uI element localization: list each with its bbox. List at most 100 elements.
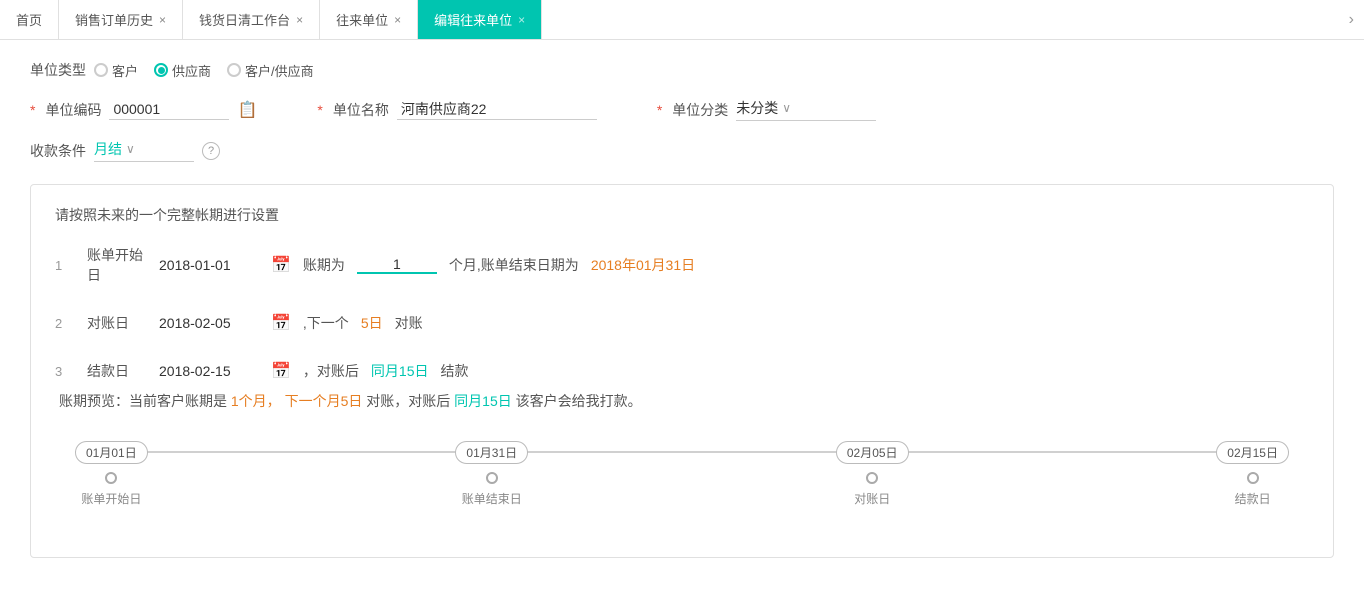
preview-span1: 1个月， (231, 393, 281, 409)
preview-prefix: 账期预览：当前客户账期是 (59, 393, 227, 409)
period-desc-2b: 对账 (395, 313, 423, 333)
node-badge-1: 01月31日 (455, 441, 528, 464)
tab-cash-work[interactable]: 钱货日清工作台 × (183, 0, 320, 39)
payment-terms-row: 收款条件 月结 ∨ ? (30, 139, 1334, 162)
radio-customer-circle (94, 63, 108, 77)
period-desc-3a: ，对账后 (303, 361, 359, 381)
tab-partners-label: 往来单位 (336, 10, 388, 29)
unit-name-input[interactable] (397, 99, 597, 120)
unit-name-label: 单位名称 (333, 100, 389, 120)
tab-sales-close[interactable]: × (159, 13, 166, 27)
tab-home[interactable]: 首页 (0, 0, 59, 39)
preview-suffix: 该客户会给我打款。 (516, 393, 642, 409)
period-cal-1[interactable]: 📅 (271, 255, 291, 275)
main-content: 单位类型 客户 供应商 客户/供应商 * 单位编码 (0, 40, 1364, 608)
radio-supplier-label: 供应商 (172, 61, 211, 80)
unit-name-star: * (317, 102, 322, 118)
payment-terms-select[interactable]: 月结 ∨ (94, 139, 194, 162)
unit-cat-arrow: ∨ (782, 101, 791, 115)
tab-sales-label: 销售订单历史 (75, 10, 153, 29)
period-label-3: 结款日 (87, 361, 147, 381)
period-desc-prefix-1: 账期为 (303, 255, 345, 275)
unit-type-row: 单位类型 客户 供应商 客户/供应商 (30, 60, 1334, 80)
period-date-1: 2018-01-01 (159, 257, 259, 273)
radio-customer[interactable]: 客户 (94, 61, 138, 80)
period-label-2: 对账日 (87, 313, 147, 333)
unit-info-row: * 单位编码 📋 * 单位名称 * 单位分类 未分类 ∨ (30, 98, 1334, 121)
tab-partners-close[interactable]: × (394, 13, 401, 27)
radio-both[interactable]: 客户/供应商 (227, 61, 314, 80)
timeline-nodes: 01月01日 账单开始日 01月31日 账单结束日 02月05日 对账日 02月… (75, 441, 1289, 507)
payment-help-icon[interactable]: ? (202, 142, 220, 160)
unit-cat-star: * (657, 102, 662, 118)
payment-terms-group: 收款条件 月结 ∨ ? (30, 139, 220, 162)
radio-both-label: 客户/供应商 (245, 61, 314, 80)
unit-category-select[interactable]: 未分类 ∨ (736, 98, 876, 121)
node-label-2: 对账日 (854, 490, 890, 507)
period-row-2: 2 对账日 2018-02-05 📅 ,下一个 5日 对账 (55, 313, 1309, 333)
period-highlight-2: 5日 (361, 313, 383, 333)
radio-supplier-circle (154, 63, 168, 77)
unit-type-group: 单位类型 客户 供应商 客户/供应商 (30, 60, 314, 80)
tab-sales-order-history[interactable]: 销售订单历史 × (59, 0, 183, 39)
unit-cat-value: 未分类 (736, 98, 778, 118)
period-desc-suffix-1: 个月,账单结束日期为 (449, 255, 579, 275)
radio-supplier[interactable]: 供应商 (154, 61, 211, 80)
period-row-3: 3 结款日 2018-02-15 📅 ，对账后 同月15日 结款 (55, 361, 1309, 381)
unit-code-label: 单位编码 (45, 100, 101, 120)
node-label-0: 账单开始日 (81, 490, 141, 507)
unit-cat-label: 单位分类 (672, 100, 728, 120)
unit-name-group: * 单位名称 (317, 99, 596, 120)
timeline-node-2: 02月05日 对账日 (836, 441, 909, 507)
period-num-3: 3 (55, 364, 75, 379)
period-date-2: 2018-02-05 (159, 315, 259, 331)
node-label-1: 账单结束日 (462, 490, 522, 507)
unit-code-group: * 单位编码 📋 (30, 99, 257, 120)
node-badge-0: 01月01日 (75, 441, 148, 464)
period-num-2: 2 (55, 316, 75, 331)
period-date-3: 2018-02-15 (159, 363, 259, 379)
period-highlight-3: 同月15日 (371, 361, 429, 381)
unit-code-star: * (30, 102, 35, 118)
node-badge-3: 02月15日 (1216, 441, 1289, 464)
preview-middle: 对账，对账后 (366, 393, 450, 409)
payment-terms-arrow: ∨ (126, 142, 135, 156)
tab-bar: 首页 销售订单历史 × 钱货日清工作台 × 往来单位 × 编辑往来单位 × › (0, 0, 1364, 40)
period-desc-2a: ,下一个 (303, 313, 349, 333)
timeline-node-3: 02月15日 结款日 (1216, 441, 1289, 507)
period-desc-3b: 结款 (441, 361, 469, 381)
period-label-1: 账单开始日 (87, 245, 147, 285)
period-title: 请按照未来的一个完整帐期进行设置 (55, 205, 1309, 225)
timeline: 01月01日 账单开始日 01月31日 账单结束日 02月05日 对账日 02月… (55, 431, 1309, 537)
preview-text: 账期预览：当前客户账期是 1个月， 下一个月5日 对账，对账后 同月15日 该客… (55, 391, 1309, 411)
unit-type-label: 单位类型 (30, 60, 86, 80)
tab-partners[interactable]: 往来单位 × (320, 0, 418, 39)
unit-code-input[interactable] (109, 99, 229, 120)
node-label-3: 结款日 (1235, 490, 1271, 507)
period-cal-3[interactable]: 📅 (271, 361, 291, 381)
preview-span3: 同月15日 (454, 393, 512, 409)
period-end-date-1: 2018年01月31日 (591, 255, 695, 275)
node-circle-1 (486, 472, 498, 484)
tab-more-button[interactable]: › (1339, 11, 1364, 29)
node-circle-2 (866, 472, 878, 484)
node-badge-2: 02月05日 (836, 441, 909, 464)
tab-edit-label: 编辑往来单位 (434, 10, 512, 29)
tab-edit-close[interactable]: × (518, 13, 525, 27)
timeline-node-0: 01月01日 账单开始日 (75, 441, 148, 507)
tab-cash-close[interactable]: × (296, 13, 303, 27)
month-input[interactable] (357, 256, 437, 274)
node-circle-0 (105, 472, 117, 484)
radio-both-circle (227, 63, 241, 77)
tab-edit-partner[interactable]: 编辑往来单位 × (418, 0, 542, 39)
timeline-node-1: 01月31日 账单结束日 (455, 441, 528, 507)
preview-span2: 下一个月5日 (285, 393, 363, 409)
unit-code-copy-icon[interactable]: 📋 (237, 100, 257, 120)
tab-home-label: 首页 (16, 10, 42, 29)
radio-customer-label: 客户 (112, 61, 138, 80)
period-cal-2[interactable]: 📅 (271, 313, 291, 333)
node-circle-3 (1247, 472, 1259, 484)
period-settings-box: 请按照未来的一个完整帐期进行设置 1 账单开始日 2018-01-01 📅 账期… (30, 184, 1334, 558)
payment-terms-value: 月结 (94, 139, 122, 159)
period-num-1: 1 (55, 258, 75, 273)
